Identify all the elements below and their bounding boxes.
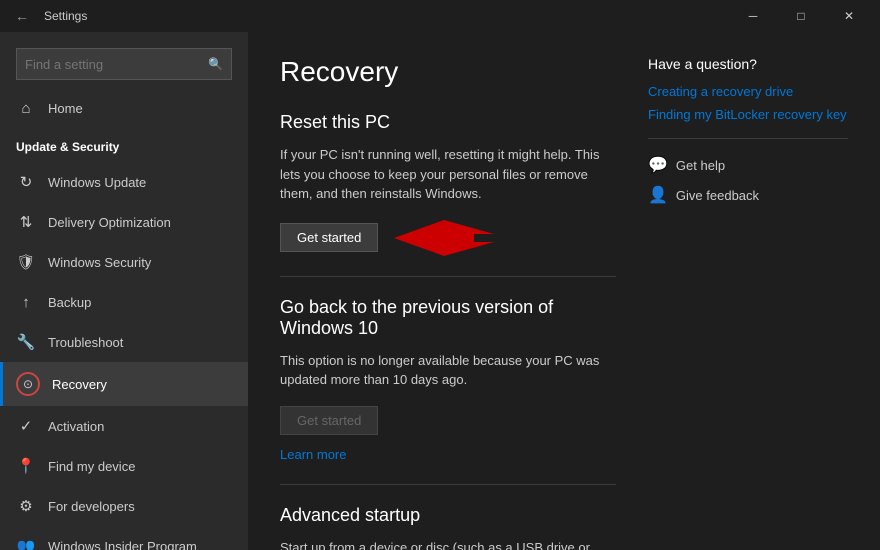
reset-pc-title: Reset this PC (280, 112, 616, 133)
sidebar-item-activation[interactable]: ✓ Activation (0, 406, 248, 446)
give-feedback-action[interactable]: 👤 Give feedback (648, 185, 848, 205)
get-help-label: Get help (676, 158, 725, 173)
back-icon: ← (15, 8, 29, 24)
right-panel: Have a question? Creating a recovery dri… (648, 56, 848, 526)
maximize-button[interactable]: □ (778, 0, 824, 32)
give-feedback-icon: 👤 (648, 185, 668, 205)
red-arrow-icon (394, 220, 494, 256)
get-help-icon: 💬 (648, 155, 668, 175)
app-body: 🔍 ⌂ Home Update & Security ↻ Windows Upd… (0, 32, 880, 550)
windows-update-label: Windows Update (48, 175, 146, 190)
sidebar-item-recovery[interactable]: ⊙ Recovery (0, 362, 248, 406)
divider-1 (280, 276, 616, 277)
sidebar-item-for-developers[interactable]: ⚙ For developers (0, 486, 248, 526)
backup-icon: ↑ (16, 292, 36, 312)
activation-icon: ✓ (16, 416, 36, 436)
give-feedback-label: Give feedback (676, 188, 759, 203)
sidebar-item-home[interactable]: ⌂ Home (0, 88, 248, 128)
for-developers-icon: ⚙ (16, 496, 36, 516)
creating-recovery-link[interactable]: Creating a recovery drive (648, 84, 848, 99)
recovery-icon: ⊙ (16, 372, 40, 396)
search-input[interactable] (25, 57, 223, 72)
go-back-title: Go back to the previous version of Windo… (280, 297, 616, 339)
search-box[interactable]: 🔍 (16, 48, 232, 80)
go-back-description: This option is no longer available becau… (280, 351, 616, 390)
for-developers-label: For developers (48, 499, 135, 514)
search-icon: 🔍 (208, 57, 223, 71)
delivery-optimization-icon: ⇅ (16, 212, 36, 232)
divider-2 (280, 484, 616, 485)
finding-bitlocker-link[interactable]: Finding my BitLocker recovery key (648, 107, 848, 122)
sidebar-search-container: 🔍 (0, 32, 248, 88)
section-reset-pc: Reset this PC If your PC isn't running w… (280, 112, 616, 256)
title-bar: ← Settings ─ □ ✕ (0, 0, 880, 32)
help-divider (648, 138, 848, 139)
sidebar-item-troubleshoot[interactable]: 🔧 Troubleshoot (0, 322, 248, 362)
windows-insider-label: Windows Insider Program (48, 539, 197, 550)
section-advanced-startup: Advanced startup Start up from a device … (280, 505, 616, 550)
sidebar-section-title: Update & Security (0, 128, 248, 162)
window-controls: ─ □ ✕ (730, 0, 872, 32)
troubleshoot-icon: 🔧 (16, 332, 36, 352)
main-panel: Recovery Reset this PC If your PC isn't … (248, 32, 880, 550)
reset-pc-button[interactable]: Get started (280, 223, 378, 252)
page-title: Recovery (280, 56, 616, 88)
windows-update-icon: ↻ (16, 172, 36, 192)
home-label: Home (48, 101, 83, 116)
title-bar-left: ← Settings (8, 2, 87, 30)
advanced-startup-description: Start up from a device or disc (such as … (280, 538, 616, 550)
sidebar-item-delivery-optimization[interactable]: ⇅ Delivery Optimization (0, 202, 248, 242)
windows-security-label: Windows Security (48, 255, 151, 270)
sidebar-item-backup[interactable]: ↑ Backup (0, 282, 248, 322)
delivery-optimization-label: Delivery Optimization (48, 215, 171, 230)
app-title: Settings (44, 9, 87, 23)
backup-label: Backup (48, 295, 91, 310)
advanced-startup-title: Advanced startup (280, 505, 616, 526)
sidebar: 🔍 ⌂ Home Update & Security ↻ Windows Upd… (0, 32, 248, 550)
troubleshoot-label: Troubleshoot (48, 335, 123, 350)
activation-label: Activation (48, 419, 104, 434)
sidebar-item-windows-update[interactable]: ↻ Windows Update (0, 162, 248, 202)
section-go-back: Go back to the previous version of Windo… (280, 297, 616, 464)
find-device-label: Find my device (48, 459, 135, 474)
minimize-button[interactable]: ─ (730, 0, 776, 32)
windows-security-icon: 🛡 (16, 252, 36, 272)
find-device-icon: 📍 (16, 456, 36, 476)
back-button[interactable]: ← (8, 2, 36, 30)
main-content: Recovery Reset this PC If your PC isn't … (280, 56, 616, 526)
help-title: Have a question? (648, 56, 848, 72)
arrow-container: Get started (280, 220, 616, 256)
recovery-label: Recovery (52, 377, 107, 392)
get-help-action[interactable]: 💬 Get help (648, 155, 848, 175)
sidebar-item-find-device[interactable]: 📍 Find my device (0, 446, 248, 486)
close-button[interactable]: ✕ (826, 0, 872, 32)
sidebar-item-windows-insider[interactable]: 👥 Windows Insider Program (0, 526, 248, 550)
learn-more-link[interactable]: Learn more (280, 447, 346, 462)
reset-pc-description: If your PC isn't running well, resetting… (280, 145, 616, 204)
home-icon: ⌂ (16, 98, 36, 118)
go-back-button: Get started (280, 406, 378, 435)
sidebar-item-windows-security[interactable]: 🛡 Windows Security (0, 242, 248, 282)
windows-insider-icon: 👥 (16, 536, 36, 550)
